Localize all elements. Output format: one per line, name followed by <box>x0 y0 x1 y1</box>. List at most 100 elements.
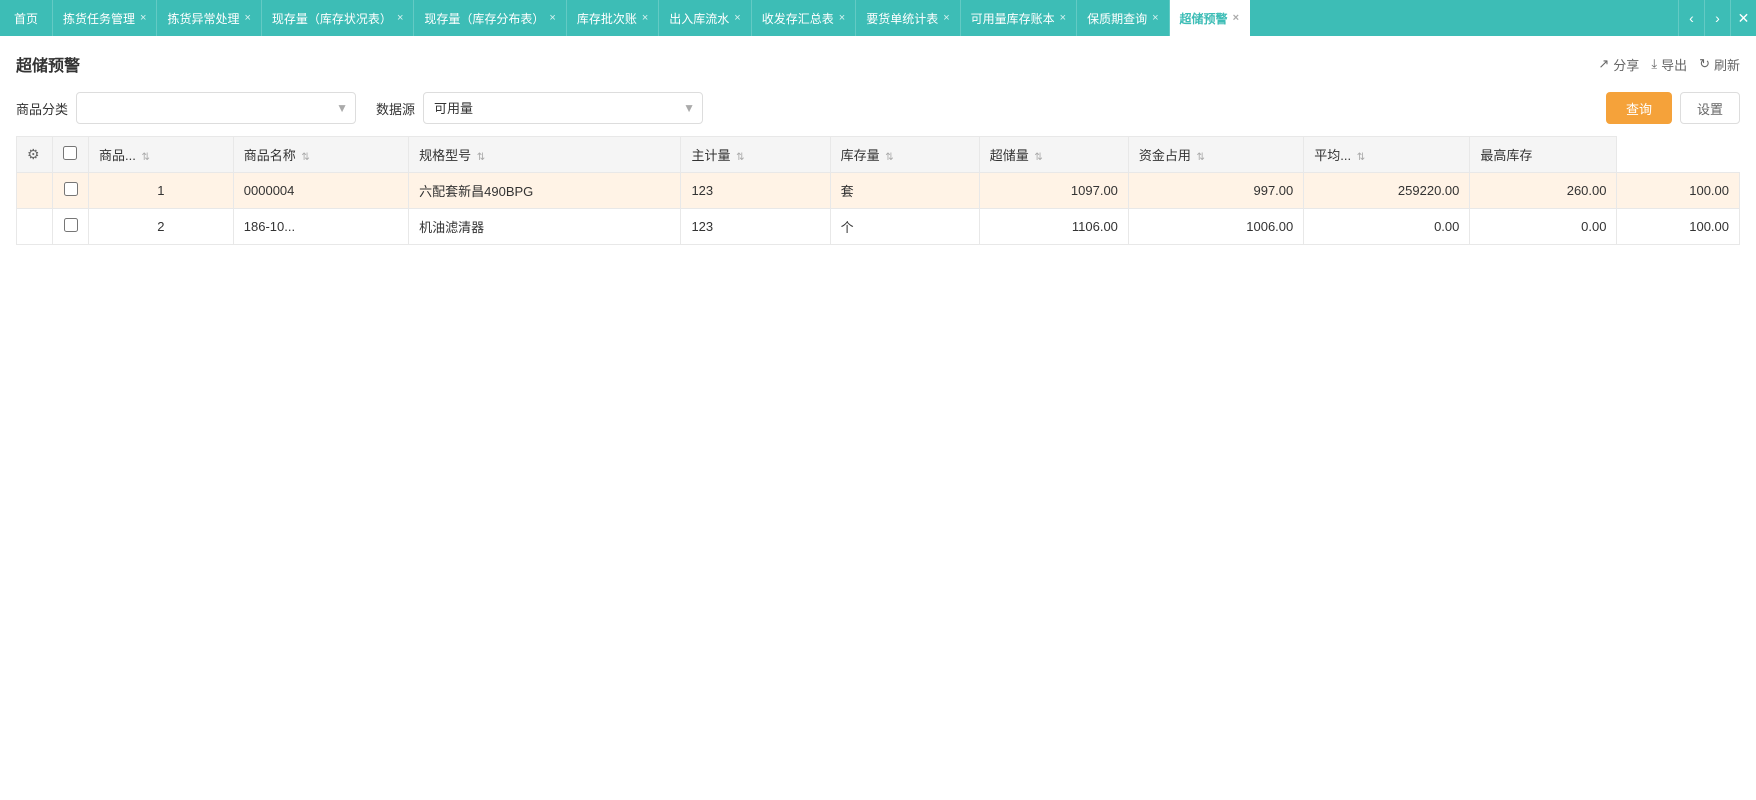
nav-tab-close[interactable]: × <box>1060 12 1066 24</box>
nav-tab-tab11[interactable]: 超储预警 × <box>1170 0 1250 36</box>
nav-tab-close[interactable]: × <box>397 12 403 24</box>
th-unit-label: 主计量 <box>691 148 730 163</box>
th-code-label: 商品... <box>99 148 136 163</box>
nav-tab-close[interactable]: × <box>642 12 648 24</box>
datasource-select[interactable]: 可用量 库存量 <box>423 92 703 124</box>
th-stock-label: 库存量 <box>841 148 880 163</box>
td-stock: 1106.00 <box>979 209 1128 245</box>
td-overstock: 1006.00 <box>1128 209 1303 245</box>
nav-arrow-more[interactable]: ✕ <box>1730 0 1756 36</box>
nav-tab-label: 库存批次账 <box>577 10 637 27</box>
th-unit: 主计量 ⇅ <box>681 137 830 173</box>
commodity-class-select[interactable] <box>76 92 356 124</box>
td-checkbox <box>53 209 89 245</box>
nav-tab-tab4[interactable]: 现存量（库存分布表）× <box>414 0 566 36</box>
nav-tab-tab6[interactable]: 出入库流水 × <box>659 0 751 36</box>
td-row-num: 2 <box>89 209 234 245</box>
nav-tab-tab2[interactable]: 拣货异常处理 × <box>157 0 261 36</box>
nav-tab-label: 现存量（库存状况表） <box>272 10 392 27</box>
td-spec: 123 <box>681 209 830 245</box>
th-stock-sort-icon[interactable]: ⇅ <box>885 152 893 163</box>
th-unit-sort-icon[interactable]: ⇅ <box>736 152 744 163</box>
td-maxstock: 100.00 <box>1617 209 1740 245</box>
table-row: 1 0000004 六配套新昌490BPG 123 套 1097.00 997.… <box>17 173 1740 209</box>
refresh-button[interactable]: ↻ 刷新 <box>1699 55 1740 74</box>
nav-tab-tab3[interactable]: 现存量（库存状况表） × <box>262 0 414 36</box>
td-capital: 259220.00 <box>1304 173 1470 209</box>
share-button[interactable]: ↗ 分享 <box>1598 55 1639 74</box>
td-stock: 1097.00 <box>979 173 1128 209</box>
row-checkbox[interactable] <box>64 218 78 232</box>
commodity-filter-group: 商品分类 ▼ <box>16 92 356 124</box>
query-button[interactable]: 查询 <box>1606 92 1672 124</box>
th-code-sort-icon[interactable]: ⇅ <box>141 152 149 163</box>
td-name: 机油滤清器 <box>409 209 681 245</box>
nav-tab-label: 保质期查询 <box>1087 10 1147 27</box>
th-name-label: 商品名称 <box>244 148 296 163</box>
refresh-label: 刷新 <box>1714 55 1740 74</box>
nav-tab-tab10[interactable]: 保质期查询 × <box>1077 0 1169 36</box>
td-avg: 0.00 <box>1470 209 1617 245</box>
nav-tab-label: 超储预警 <box>1180 10 1228 27</box>
th-overstock-label: 超储量 <box>990 148 1029 163</box>
th-name: 商品名称 ⇅ <box>233 137 408 173</box>
nav-tab-label: 出入库流水 <box>669 10 729 27</box>
nav-tab-close[interactable]: × <box>839 12 845 24</box>
th-avg: 平均... ⇅ <box>1304 137 1470 173</box>
row-checkbox[interactable] <box>64 182 78 196</box>
table-header-row: ⚙ 商品... ⇅ 商品名称 ⇅ 规格型号 ⇅ 主计量 <box>17 137 1740 173</box>
th-spec-sort-icon[interactable]: ⇅ <box>477 152 485 163</box>
nav-tab-label: 可用量库存账本 <box>971 10 1055 27</box>
export-label: 导出 <box>1661 55 1687 74</box>
td-avg: 260.00 <box>1470 173 1617 209</box>
th-code: 商品... ⇅ <box>89 137 234 173</box>
nav-tab-tab7[interactable]: 收发存汇总表× <box>752 0 856 36</box>
nav-tab-close[interactable]: × <box>549 12 555 24</box>
td-capital: 0.00 <box>1304 209 1470 245</box>
nav-tab-tab8[interactable]: 要货单统计表 × <box>856 0 960 36</box>
gear-icon[interactable]: ⚙ <box>27 146 40 162</box>
data-table: ⚙ 商品... ⇅ 商品名称 ⇅ 规格型号 ⇅ 主计量 <box>16 136 1740 245</box>
nav-tab-tab9[interactable]: 可用量库存账本 × <box>961 0 1077 36</box>
nav-tab-label: 要货单统计表 <box>866 10 938 27</box>
nav-tab-close[interactable]: × <box>1233 12 1239 24</box>
export-button[interactable]: ⤓ 导出 <box>1651 55 1687 74</box>
nav-tab-tab5[interactable]: 库存批次账 × <box>567 0 659 36</box>
nav-tab-close[interactable]: × <box>734 12 740 24</box>
td-checkbox <box>53 173 89 209</box>
th-spec: 规格型号 ⇅ <box>409 137 681 173</box>
nav-tab-label: 拣货任务管理 <box>63 10 135 27</box>
td-unit: 个 <box>830 209 979 245</box>
table-row: 2 186-10... 机油滤清器 123 个 1106.00 1006.00 … <box>17 209 1740 245</box>
nav-tab-tab1[interactable]: 拣货任务管理 × <box>53 0 157 36</box>
nav-tab-close[interactable]: × <box>140 12 146 24</box>
datasource-select-wrapper: 可用量 库存量 ▼ <box>423 92 703 124</box>
th-name-sort-icon[interactable]: ⇅ <box>301 152 309 163</box>
th-capital: 资金占用 ⇅ <box>1128 137 1303 173</box>
page-title: 超储预警 <box>16 52 80 76</box>
th-checkbox <box>53 137 89 173</box>
td-unit: 套 <box>830 173 979 209</box>
top-nav: 首页 拣货任务管理×拣货异常处理×现存量（库存状况表）×现存量（库存分布表）×库… <box>0 0 1756 36</box>
th-capital-label: 资金占用 <box>1139 148 1191 163</box>
settings-button[interactable]: 设置 <box>1680 92 1740 124</box>
nav-tab-close[interactable]: × <box>1152 12 1158 24</box>
page-content: 超储预警 ↗ 分享 ⤓ 导出 ↻ 刷新 商品分类 ▼ <box>0 36 1756 800</box>
td-code: 0000004 <box>233 173 408 209</box>
th-overstock-sort-icon[interactable]: ⇅ <box>1034 152 1042 163</box>
nav-arrow-left[interactable]: ‹ <box>1678 0 1704 36</box>
th-stock: 库存量 ⇅ <box>830 137 979 173</box>
th-capital-sort-icon[interactable]: ⇅ <box>1197 152 1205 163</box>
th-avg-sort-icon[interactable]: ⇅ <box>1357 152 1365 163</box>
select-all-checkbox[interactable] <box>63 146 77 160</box>
td-settings <box>17 173 53 209</box>
nav-tab-close[interactable]: × <box>244 12 250 24</box>
nav-tab-label: 拣货异常处理 <box>167 10 239 27</box>
td-name: 六配套新昌490BPG <box>409 173 681 209</box>
td-settings <box>17 209 53 245</box>
nav-home[interactable]: 首页 <box>0 0 53 36</box>
nav-tabs: 拣货任务管理×拣货异常处理×现存量（库存状况表）×现存量（库存分布表）×库存批次… <box>53 0 1678 36</box>
nav-arrow-right[interactable]: › <box>1704 0 1730 36</box>
nav-tab-close[interactable]: × <box>943 12 949 24</box>
export-icon: ⤓ <box>1651 56 1657 72</box>
